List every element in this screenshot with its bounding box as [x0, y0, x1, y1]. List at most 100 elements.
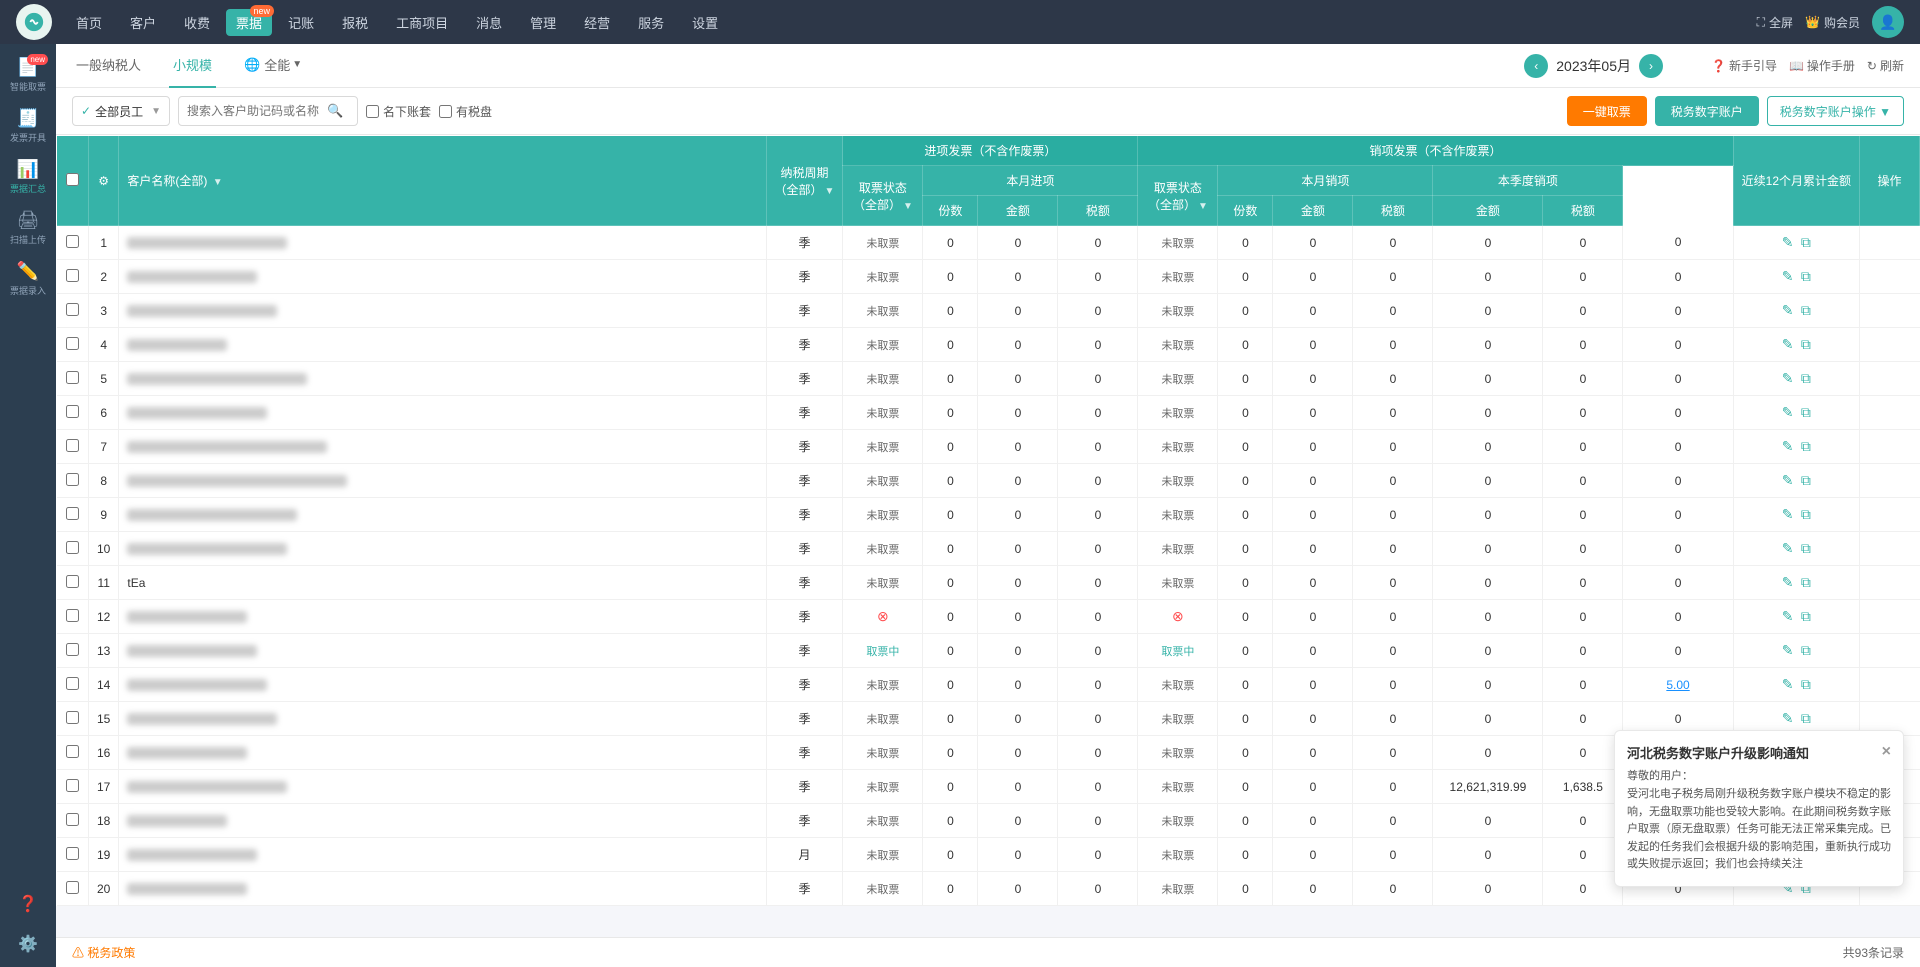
- copy-btn[interactable]: ⧉: [1799, 504, 1813, 525]
- nav-item-services[interactable]: 服务: [626, 7, 676, 38]
- nav-item-home[interactable]: 首页: [64, 7, 114, 38]
- nav-item-settings[interactable]: 设置: [680, 7, 730, 38]
- copy-btn[interactable]: ⧉: [1799, 436, 1813, 457]
- row-checkbox[interactable]: [66, 337, 79, 350]
- row-checkbox[interactable]: [66, 711, 79, 724]
- row-checkbox[interactable]: [66, 881, 79, 894]
- sidebar-item-help[interactable]: ❓: [4, 891, 52, 919]
- avatar[interactable]: 👤: [1872, 6, 1904, 38]
- date-prev-btn[interactable]: ‹: [1524, 54, 1548, 78]
- select-all-checkbox[interactable]: [66, 173, 79, 186]
- tab-small-scale[interactable]: 小规模: [169, 44, 216, 88]
- edit-btn[interactable]: ✎: [1780, 504, 1796, 525]
- row-checkbox[interactable]: [66, 847, 79, 860]
- in-status-not-fetched: 未取票: [866, 578, 899, 590]
- refresh-btn[interactable]: ↻ 刷新: [1867, 57, 1904, 74]
- annual-amount-link[interactable]: 5.00: [1666, 678, 1689, 692]
- copy-btn[interactable]: ⧉: [1799, 266, 1813, 287]
- employee-select[interactable]: ✓ 全部员工 ▼: [72, 96, 170, 126]
- nav-item-business[interactable]: 工商项目: [384, 7, 460, 38]
- copy-btn[interactable]: ⧉: [1799, 402, 1813, 423]
- row-checkbox[interactable]: [66, 813, 79, 826]
- row-checkbox[interactable]: [66, 235, 79, 248]
- sidebar-item-smart-ticket[interactable]: 📄 new 智能取票: [4, 52, 52, 99]
- copy-btn[interactable]: ⧉: [1799, 606, 1813, 627]
- nav-item-management[interactable]: 管理: [518, 7, 568, 38]
- edit-btn[interactable]: ✎: [1780, 606, 1796, 627]
- nav-item-tax[interactable]: 报税: [330, 7, 380, 38]
- nav-item-invoice[interactable]: 票据 new: [226, 9, 272, 36]
- edit-btn[interactable]: ✎: [1780, 674, 1796, 695]
- nav-item-operations[interactable]: 经营: [572, 7, 622, 38]
- copy-btn[interactable]: ⧉: [1799, 334, 1813, 355]
- table-row: 2 季 未取票 0 0 0 未取票 0 0 0 0 0 0 ✎ ⧉: [57, 260, 1920, 294]
- copy-btn[interactable]: ⧉: [1799, 300, 1813, 321]
- edit-btn[interactable]: ✎: [1780, 368, 1796, 389]
- copy-btn[interactable]: ⧉: [1799, 368, 1813, 389]
- sidebar-item-ticket-entry[interactable]: ✏️ 票据录入: [4, 256, 52, 303]
- row-checkbox[interactable]: [66, 643, 79, 656]
- row-checkbox[interactable]: [66, 269, 79, 282]
- row-checkbox[interactable]: [66, 677, 79, 690]
- nav-item-clients[interactable]: 客户: [118, 7, 168, 38]
- sidebar-item-scan-upload[interactable]: 🖨 扫描上传: [4, 205, 52, 252]
- nav-item-fees[interactable]: 收费: [172, 7, 222, 38]
- edit-btn[interactable]: ✎: [1780, 538, 1796, 559]
- edit-btn[interactable]: ✎: [1780, 300, 1796, 321]
- manual-btn[interactable]: 📖 操作手册: [1789, 57, 1855, 74]
- q-tax: 0: [1543, 702, 1623, 736]
- tax-digital-account-ops-btn[interactable]: 税务数字账户操作 ▼: [1767, 96, 1904, 126]
- edit-btn[interactable]: ✎: [1780, 266, 1796, 287]
- tax-digital-account-btn[interactable]: 税务数字账户: [1655, 96, 1759, 126]
- row-checkbox[interactable]: [66, 303, 79, 316]
- row-checkbox[interactable]: [66, 745, 79, 758]
- row-checkbox[interactable]: [66, 405, 79, 418]
- fullscreen-btn[interactable]: ⛶ 全屏: [1757, 14, 1793, 31]
- row-checkbox[interactable]: [66, 609, 79, 622]
- copy-btn[interactable]: ⧉: [1799, 674, 1813, 695]
- copy-btn[interactable]: ⧉: [1799, 470, 1813, 491]
- ledger-checkbox-label[interactable]: 名下账套: [366, 103, 431, 120]
- row-checkbox[interactable]: [66, 371, 79, 384]
- row-checkbox[interactable]: [66, 779, 79, 792]
- date-next-btn[interactable]: ›: [1639, 54, 1663, 78]
- notification-close-btn[interactable]: ×: [1882, 743, 1891, 762]
- edit-btn[interactable]: ✎: [1780, 470, 1796, 491]
- search-icon[interactable]: 🔍: [327, 103, 343, 119]
- edit-btn[interactable]: ✎: [1780, 708, 1796, 729]
- row-checkbox[interactable]: [66, 507, 79, 520]
- row-checkbox[interactable]: [66, 575, 79, 588]
- row-checkbox[interactable]: [66, 473, 79, 486]
- edit-btn[interactable]: ✎: [1780, 572, 1796, 593]
- copy-btn[interactable]: ⧉: [1799, 572, 1813, 593]
- edit-btn[interactable]: ✎: [1780, 334, 1796, 355]
- row-checkbox[interactable]: [66, 541, 79, 554]
- tax-disk-checkbox[interactable]: [439, 105, 452, 118]
- edit-btn[interactable]: ✎: [1780, 640, 1796, 661]
- one-key-ticket-btn[interactable]: 一键取票: [1567, 96, 1647, 126]
- tab-all-capable[interactable]: 🌐 全能 ▼: [240, 44, 306, 88]
- sidebar-item-settings[interactable]: ⚙️: [4, 931, 52, 959]
- nav-item-messages[interactable]: 消息: [464, 7, 514, 38]
- edit-btn[interactable]: ✎: [1780, 402, 1796, 423]
- sidebar-item-ticket-summary[interactable]: 📊 票据汇总: [4, 154, 52, 201]
- copy-btn[interactable]: ⧉: [1799, 538, 1813, 559]
- copy-btn[interactable]: ⧉: [1799, 640, 1813, 661]
- ledger-checkbox[interactable]: [366, 105, 379, 118]
- tax-disk-checkbox-label[interactable]: 有税盘: [439, 103, 492, 120]
- in-tax: 0: [1058, 396, 1138, 430]
- copy-btn[interactable]: ⧉: [1799, 708, 1813, 729]
- nav-item-accounting[interactable]: 记账: [276, 7, 326, 38]
- row-checkbox[interactable]: [66, 439, 79, 452]
- settings-column-icon[interactable]: ⚙: [98, 174, 109, 188]
- edit-btn[interactable]: ✎: [1780, 436, 1796, 457]
- copy-btn[interactable]: ⧉: [1799, 232, 1813, 253]
- new-guide-btn[interactable]: ❓ 新手引导: [1711, 57, 1777, 74]
- sidebar-item-invoice-open[interactable]: 🧾 发票开具: [4, 103, 52, 150]
- tab-general-taxpayer[interactable]: 一般纳税人: [72, 44, 145, 88]
- tax-policy-link[interactable]: ⚠ 税务政策: [72, 944, 135, 961]
- out-tax: 0: [1353, 498, 1433, 532]
- search-input[interactable]: [187, 104, 327, 118]
- edit-btn[interactable]: ✎: [1780, 232, 1796, 253]
- member-btn[interactable]: 👑 购会员: [1805, 14, 1860, 31]
